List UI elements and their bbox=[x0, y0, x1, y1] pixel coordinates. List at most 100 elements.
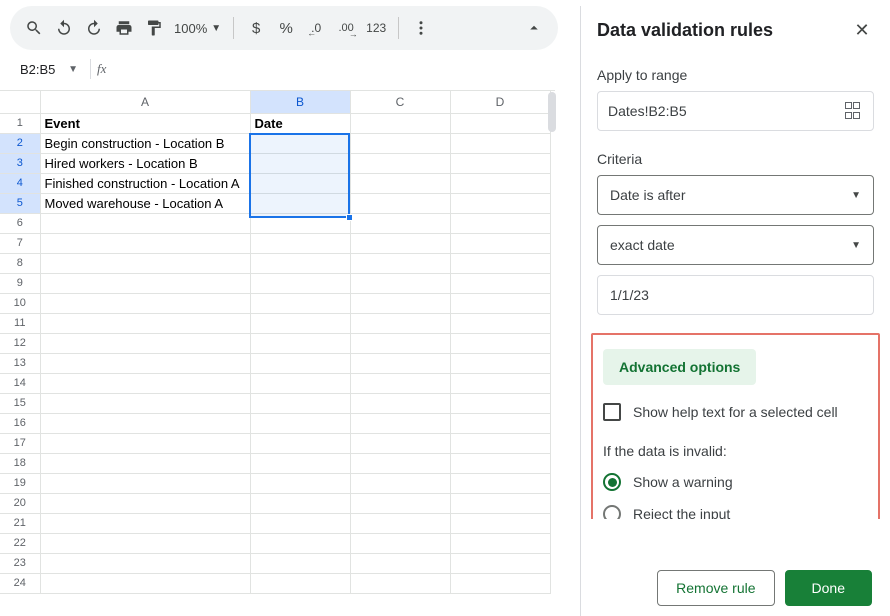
cell[interactable] bbox=[250, 293, 350, 313]
cell[interactable] bbox=[350, 573, 450, 593]
cell[interactable] bbox=[450, 373, 550, 393]
cell[interactable] bbox=[350, 453, 450, 473]
row-header[interactable]: 13 bbox=[0, 353, 40, 373]
cell[interactable] bbox=[350, 273, 450, 293]
row-header[interactable]: 1 bbox=[0, 113, 40, 133]
cell[interactable] bbox=[350, 153, 450, 173]
cell[interactable]: Date bbox=[250, 113, 350, 133]
cell[interactable] bbox=[250, 493, 350, 513]
cell[interactable] bbox=[250, 313, 350, 333]
paint-format-icon[interactable] bbox=[140, 14, 168, 42]
column-header[interactable]: D bbox=[450, 91, 550, 113]
number-format-button[interactable]: 123 bbox=[362, 14, 390, 42]
cell[interactable] bbox=[250, 513, 350, 533]
row-header[interactable]: 16 bbox=[0, 413, 40, 433]
cell[interactable] bbox=[40, 373, 250, 393]
row-header[interactable]: 19 bbox=[0, 473, 40, 493]
cell[interactable] bbox=[250, 273, 350, 293]
cell[interactable] bbox=[450, 113, 550, 133]
cell[interactable] bbox=[40, 533, 250, 553]
cell[interactable] bbox=[350, 173, 450, 193]
cell[interactable] bbox=[40, 353, 250, 373]
cell[interactable] bbox=[350, 313, 450, 333]
cell[interactable] bbox=[40, 493, 250, 513]
currency-format-button[interactable]: $ bbox=[242, 14, 270, 42]
cell[interactable] bbox=[250, 353, 350, 373]
cell[interactable] bbox=[450, 473, 550, 493]
cell[interactable] bbox=[450, 353, 550, 373]
cell[interactable] bbox=[350, 253, 450, 273]
cell[interactable] bbox=[450, 453, 550, 473]
cell[interactable] bbox=[350, 493, 450, 513]
cell[interactable] bbox=[350, 373, 450, 393]
cell[interactable] bbox=[450, 333, 550, 353]
row-header[interactable]: 5 bbox=[0, 193, 40, 213]
cell[interactable] bbox=[40, 313, 250, 333]
cell[interactable]: Event bbox=[40, 113, 250, 133]
cell[interactable] bbox=[40, 553, 250, 573]
cell[interactable] bbox=[40, 513, 250, 533]
show-warning-radio[interactable] bbox=[603, 473, 621, 491]
select-range-icon[interactable] bbox=[845, 102, 863, 120]
cell[interactable] bbox=[250, 393, 350, 413]
cell[interactable] bbox=[450, 393, 550, 413]
cell[interactable] bbox=[450, 533, 550, 553]
cell[interactable] bbox=[450, 433, 550, 453]
cell[interactable] bbox=[40, 433, 250, 453]
row-header[interactable]: 22 bbox=[0, 533, 40, 553]
decrease-decimal-button[interactable]: .0← bbox=[302, 14, 330, 42]
cell[interactable] bbox=[350, 133, 450, 153]
cell[interactable] bbox=[350, 213, 450, 233]
row-header[interactable]: 18 bbox=[0, 453, 40, 473]
cell[interactable] bbox=[40, 293, 250, 313]
cell[interactable] bbox=[350, 233, 450, 253]
row-header[interactable]: 23 bbox=[0, 553, 40, 573]
cell[interactable] bbox=[40, 413, 250, 433]
cell[interactable] bbox=[350, 433, 450, 453]
column-header[interactable]: C bbox=[350, 91, 450, 113]
cell[interactable] bbox=[250, 473, 350, 493]
cell[interactable] bbox=[250, 413, 350, 433]
undo-icon[interactable] bbox=[50, 14, 78, 42]
row-header[interactable]: 17 bbox=[0, 433, 40, 453]
cell[interactable] bbox=[350, 353, 450, 373]
column-header[interactable]: B bbox=[250, 91, 350, 113]
advanced-options-button[interactable]: Advanced options bbox=[603, 349, 756, 385]
row-header[interactable]: 20 bbox=[0, 493, 40, 513]
cell[interactable] bbox=[250, 373, 350, 393]
cell[interactable] bbox=[40, 273, 250, 293]
formula-input[interactable] bbox=[120, 59, 550, 79]
cell[interactable] bbox=[250, 233, 350, 253]
cell[interactable]: Begin construction - Location B bbox=[40, 133, 250, 153]
date-input[interactable]: 1/1/23 bbox=[597, 275, 874, 315]
cell[interactable]: Moved warehouse - Location A bbox=[40, 193, 250, 213]
row-header[interactable]: 11 bbox=[0, 313, 40, 333]
criteria-select[interactable]: Date is after ▼ bbox=[597, 175, 874, 215]
row-header[interactable]: 4 bbox=[0, 173, 40, 193]
range-input[interactable]: Dates!B2:B5 bbox=[597, 91, 874, 131]
cell[interactable] bbox=[350, 113, 450, 133]
row-header[interactable]: 6 bbox=[0, 213, 40, 233]
cell[interactable] bbox=[350, 413, 450, 433]
cell[interactable] bbox=[450, 173, 550, 193]
cell[interactable] bbox=[350, 393, 450, 413]
row-header[interactable]: 9 bbox=[0, 273, 40, 293]
cell[interactable] bbox=[40, 253, 250, 273]
more-icon[interactable] bbox=[407, 14, 435, 42]
search-icon[interactable] bbox=[20, 14, 48, 42]
cell[interactable] bbox=[450, 233, 550, 253]
column-header[interactable]: A bbox=[40, 91, 250, 113]
cell[interactable] bbox=[350, 553, 450, 573]
cell[interactable] bbox=[250, 153, 350, 173]
cell[interactable] bbox=[40, 473, 250, 493]
cell[interactable] bbox=[450, 553, 550, 573]
cell[interactable] bbox=[450, 213, 550, 233]
cell[interactable] bbox=[450, 573, 550, 593]
cell[interactable] bbox=[40, 213, 250, 233]
cell[interactable] bbox=[450, 313, 550, 333]
cell[interactable] bbox=[250, 253, 350, 273]
show-help-text-checkbox[interactable] bbox=[603, 403, 621, 421]
cell[interactable] bbox=[250, 573, 350, 593]
row-header[interactable]: 15 bbox=[0, 393, 40, 413]
collapse-toolbar-icon[interactable] bbox=[520, 14, 548, 42]
